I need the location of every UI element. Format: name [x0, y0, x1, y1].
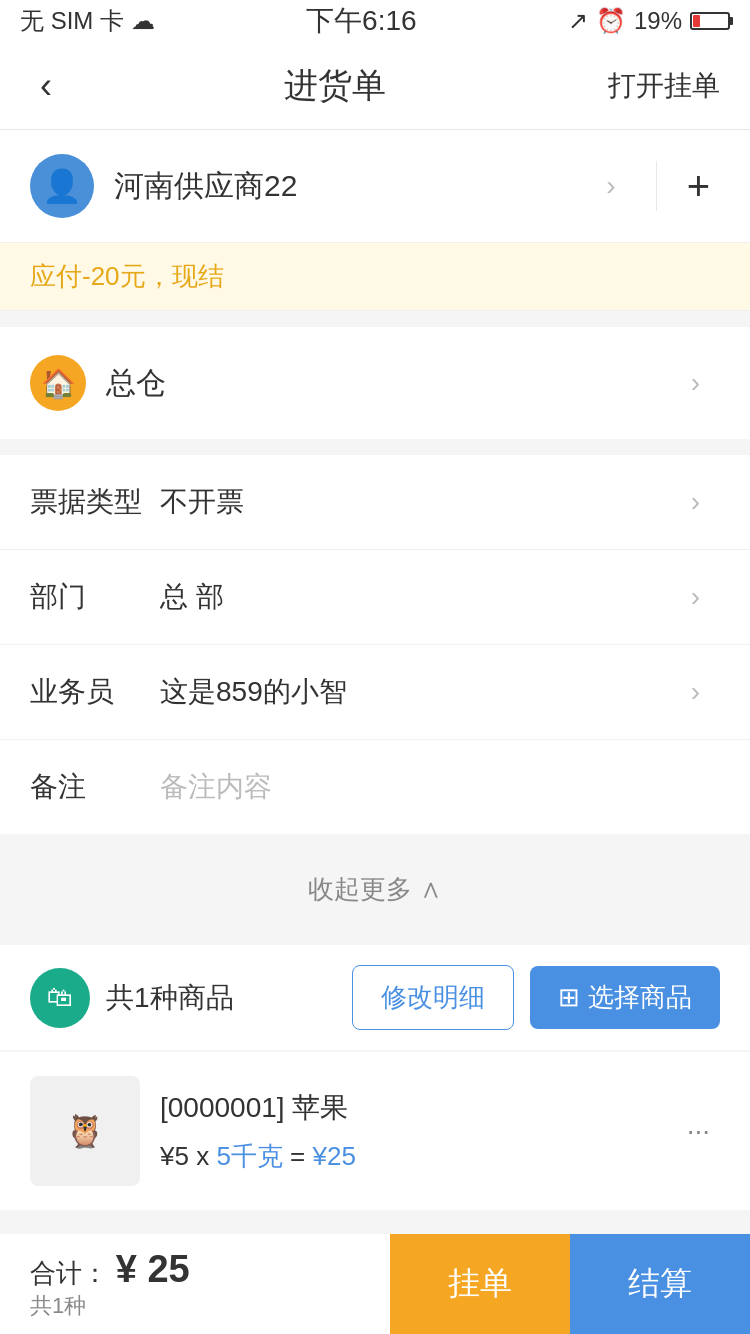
invoice-label: 票据类型	[30, 483, 160, 521]
product-image-placeholder: 🦉	[65, 1112, 105, 1150]
product-info: [0000001] 苹果 ¥5 x 5千克 = ¥25	[160, 1089, 657, 1174]
unit-price: ¥5	[160, 1141, 189, 1171]
total-count: 共1种	[30, 1291, 360, 1321]
product-count: 共1种商品	[106, 979, 336, 1017]
staff-row[interactable]: 业务员 这是859的小智 ›	[0, 644, 750, 739]
products-icon: 🛍	[30, 968, 90, 1028]
dept-value: 总 部	[160, 578, 691, 616]
sim-signal: 无 SIM 卡 ☁	[20, 5, 155, 37]
supplier-row[interactable]: 👤 河南供应商22 › +	[0, 130, 750, 243]
edit-detail-button[interactable]: 修改明细	[352, 965, 514, 1030]
supplier-section: 👤 河南供应商22 › + 应付-20元，现结	[0, 130, 750, 311]
location-icon: ↗	[568, 7, 588, 35]
equals-sign: =	[290, 1141, 312, 1171]
item-total: ¥25	[313, 1141, 356, 1171]
open-pending-button[interactable]: 打开挂单	[608, 67, 720, 105]
remark-label: 备注	[30, 768, 160, 806]
staff-value: 这是859的小智	[160, 673, 691, 711]
product-thumbnail: 🦉	[30, 1076, 140, 1186]
product-item: 🦉 [0000001] 苹果 ¥5 x 5千克 = ¥25 ···	[0, 1052, 750, 1210]
status-time: 下午6:16	[306, 2, 417, 40]
total-row: 合计： ¥ 25	[30, 1248, 360, 1291]
select-icon: ⊞	[558, 982, 580, 1013]
product-name: [0000001] 苹果	[160, 1089, 657, 1127]
product-code: [0000001]	[160, 1092, 285, 1123]
select-product-label: 选择商品	[588, 980, 692, 1015]
total-label: 合计：	[30, 1258, 108, 1288]
hang-order-button[interactable]: 挂单	[390, 1234, 570, 1334]
warehouse-icon-wrap: 🏠	[30, 355, 86, 411]
more-button[interactable]: ···	[677, 1105, 720, 1157]
cart-icon: 🛍	[47, 982, 73, 1013]
products-header: 🛍 共1种商品 修改明细 ⊞ 选择商品	[0, 945, 750, 1050]
invoice-row[interactable]: 票据类型 不开票 ›	[0, 455, 750, 549]
warehouse-name: 总仓	[106, 363, 691, 404]
battery-percent: 19%	[634, 7, 682, 35]
dept-chevron-icon: ›	[691, 581, 700, 613]
warehouse-section: 🏠 总仓 ›	[0, 327, 750, 439]
product-title: 苹果	[292, 1092, 348, 1123]
warehouse-chevron-icon: ›	[691, 367, 700, 399]
status-left: 无 SIM 卡 ☁	[20, 5, 155, 37]
dept-row[interactable]: 部门 总 部 ›	[0, 549, 750, 644]
staff-label: 业务员	[30, 673, 160, 711]
page-title: 进货单	[284, 63, 386, 109]
supplier-name: 河南供应商22	[114, 166, 606, 207]
status-right: ↗ ⏰ 19%	[568, 7, 730, 35]
warehouse-icon: 🏠	[41, 367, 76, 400]
bottom-bar: 合计： ¥ 25 共1种 挂单 结算	[0, 1234, 750, 1334]
quantity: 5千克	[216, 1141, 282, 1171]
form-section: 票据类型 不开票 › 部门 总 部 › 业务员 这是859的小智 › 备注 备注…	[0, 455, 750, 834]
remark-input[interactable]: 备注内容	[160, 768, 720, 806]
total-section: 合计： ¥ 25 共1种	[0, 1248, 390, 1321]
divider	[656, 161, 657, 211]
alarm-icon: ⏰	[596, 7, 626, 35]
checkout-button[interactable]: 结算	[570, 1234, 750, 1334]
invoice-chevron-icon: ›	[691, 486, 700, 518]
avatar-icon: 👤	[42, 167, 82, 205]
nav-bar: ‹ 进货单 打开挂单	[0, 42, 750, 130]
warehouse-row[interactable]: 🏠 总仓 ›	[0, 327, 750, 439]
total-amount: ¥ 25	[116, 1248, 190, 1290]
supplier-avatar: 👤	[30, 154, 94, 218]
back-button[interactable]: ‹	[30, 55, 62, 117]
staff-chevron-icon: ›	[691, 676, 700, 708]
status-bar: 无 SIM 卡 ☁ 下午6:16 ↗ ⏰ 19%	[0, 0, 750, 42]
product-price: ¥5 x 5千克 = ¥25	[160, 1139, 657, 1174]
supplier-notice: 应付-20元，现结	[0, 243, 750, 311]
remark-row[interactable]: 备注 备注内容	[0, 739, 750, 834]
multiply-sign: x	[196, 1141, 216, 1171]
collapse-bar[interactable]: 收起更多 ∧	[0, 850, 750, 929]
select-product-button[interactable]: ⊞ 选择商品	[530, 966, 720, 1029]
invoice-value: 不开票	[160, 483, 691, 521]
supplier-chevron-icon: ›	[606, 170, 615, 202]
add-supplier-button[interactable]: +	[677, 164, 720, 209]
battery-icon	[690, 12, 730, 30]
dept-label: 部门	[30, 578, 160, 616]
